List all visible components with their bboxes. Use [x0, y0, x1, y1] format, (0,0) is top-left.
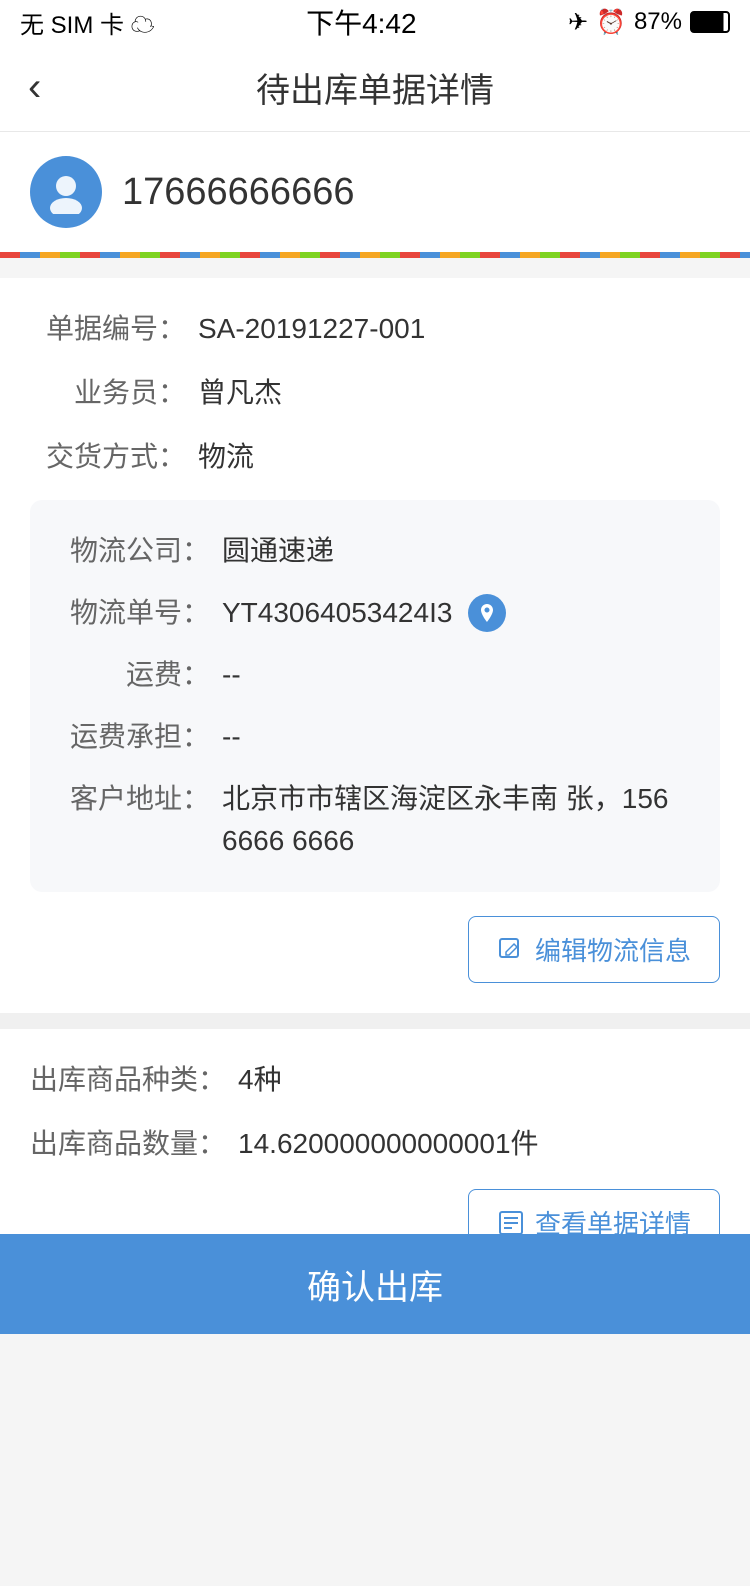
goods-types-value: 4种 — [238, 1059, 720, 1101]
order-no-label: 单据编号： — [30, 308, 198, 350]
delivery-label: 交货方式： — [30, 436, 198, 478]
back-button[interactable]: ‹ — [28, 65, 41, 110]
freight-bearer-label: 运费承担： — [54, 716, 222, 758]
edit-logistics-container: 编辑物流信息 — [30, 916, 720, 983]
salesman-label: 业务员： — [30, 372, 198, 414]
address-label: 客户地址： — [54, 778, 222, 820]
basic-info-section: 单据编号： SA-20191227-001 业务员： 曾凡杰 交货方式： 物流 … — [0, 278, 750, 1013]
page-title: 待出库单据详情 — [256, 63, 494, 112]
dashed-divider — [0, 252, 750, 258]
alarm-indicator: ⏰ — [596, 8, 626, 37]
freight-bearer-row: 运费承担： -- — [54, 716, 696, 758]
user-phone: 17666666666 — [122, 171, 354, 214]
edit-logistics-label: 编辑物流信息 — [535, 931, 691, 968]
tracking-label: 物流单号： — [54, 592, 222, 634]
goods-types-label: 出库商品种类： — [30, 1059, 238, 1101]
goods-types-row: 出库商品种类： 4种 — [30, 1059, 720, 1101]
delivery-row: 交货方式： 物流 — [30, 436, 720, 478]
logistics-company-row: 物流公司： 圆通速递 — [54, 530, 696, 572]
delivery-value: 物流 — [198, 436, 720, 478]
location-indicator: ✈ — [568, 8, 588, 37]
order-no-row: 单据编号： SA-20191227-001 — [30, 308, 720, 350]
status-bar-left: 无 SIM 卡 ☁ — [20, 5, 155, 40]
confirm-button-label: 确认出库 — [307, 1260, 443, 1309]
nav-bar: ‹ 待出库单据详情 — [0, 44, 750, 132]
freight-value: -- — [222, 654, 696, 696]
tracking-row: 物流单号： YT43064053424I3 — [54, 592, 696, 634]
salesman-value: 曾凡杰 — [198, 372, 720, 414]
sim-status: 无 SIM 卡 ☁ — [20, 5, 155, 40]
avatar — [30, 156, 102, 228]
goods-quantity-row: 出库商品数量： 14.620000000000001件 — [30, 1123, 720, 1165]
confirm-button[interactable]: 确认出库 — [0, 1234, 750, 1334]
tracking-number: YT43064053424I3 — [222, 592, 452, 634]
goods-quantity-value: 14.620000000000001件 — [238, 1123, 720, 1165]
status-bar-right: ✈ ⏰ 87% — [568, 8, 730, 37]
address-value: 北京市市辖区海淀区永丰南 张，156 6666 6666 — [222, 778, 696, 862]
logistics-company-label: 物流公司： — [54, 530, 222, 572]
battery-level: 87% — [634, 8, 682, 36]
track-location-button[interactable] — [468, 594, 506, 632]
goods-quantity-label: 出库商品数量： — [30, 1123, 238, 1165]
edit-logistics-button[interactable]: 编辑物流信息 — [468, 916, 720, 983]
battery-icon — [690, 11, 730, 33]
logistics-company-value: 圆通速递 — [222, 530, 696, 572]
logistics-card: 物流公司： 圆通速递 物流单号： YT43064053424I3 运费： -- — [30, 500, 720, 892]
salesman-row: 业务员： 曾凡杰 — [30, 372, 720, 414]
freight-row: 运费： -- — [54, 654, 696, 696]
status-time: 下午4:42 — [306, 2, 417, 42]
order-no-value: SA-20191227-001 — [198, 308, 720, 350]
status-bar: 无 SIM 卡 ☁ 下午4:42 ✈ ⏰ 87% — [0, 0, 750, 44]
section-divider-1 — [0, 1013, 750, 1029]
user-header: 17666666666 — [0, 132, 750, 252]
freight-label: 运费： — [54, 654, 222, 696]
tracking-value-container: YT43064053424I3 — [222, 592, 696, 634]
address-row: 客户地址： 北京市市辖区海淀区永丰南 张，156 6666 6666 — [54, 778, 696, 862]
freight-bearer-value: -- — [222, 716, 696, 758]
